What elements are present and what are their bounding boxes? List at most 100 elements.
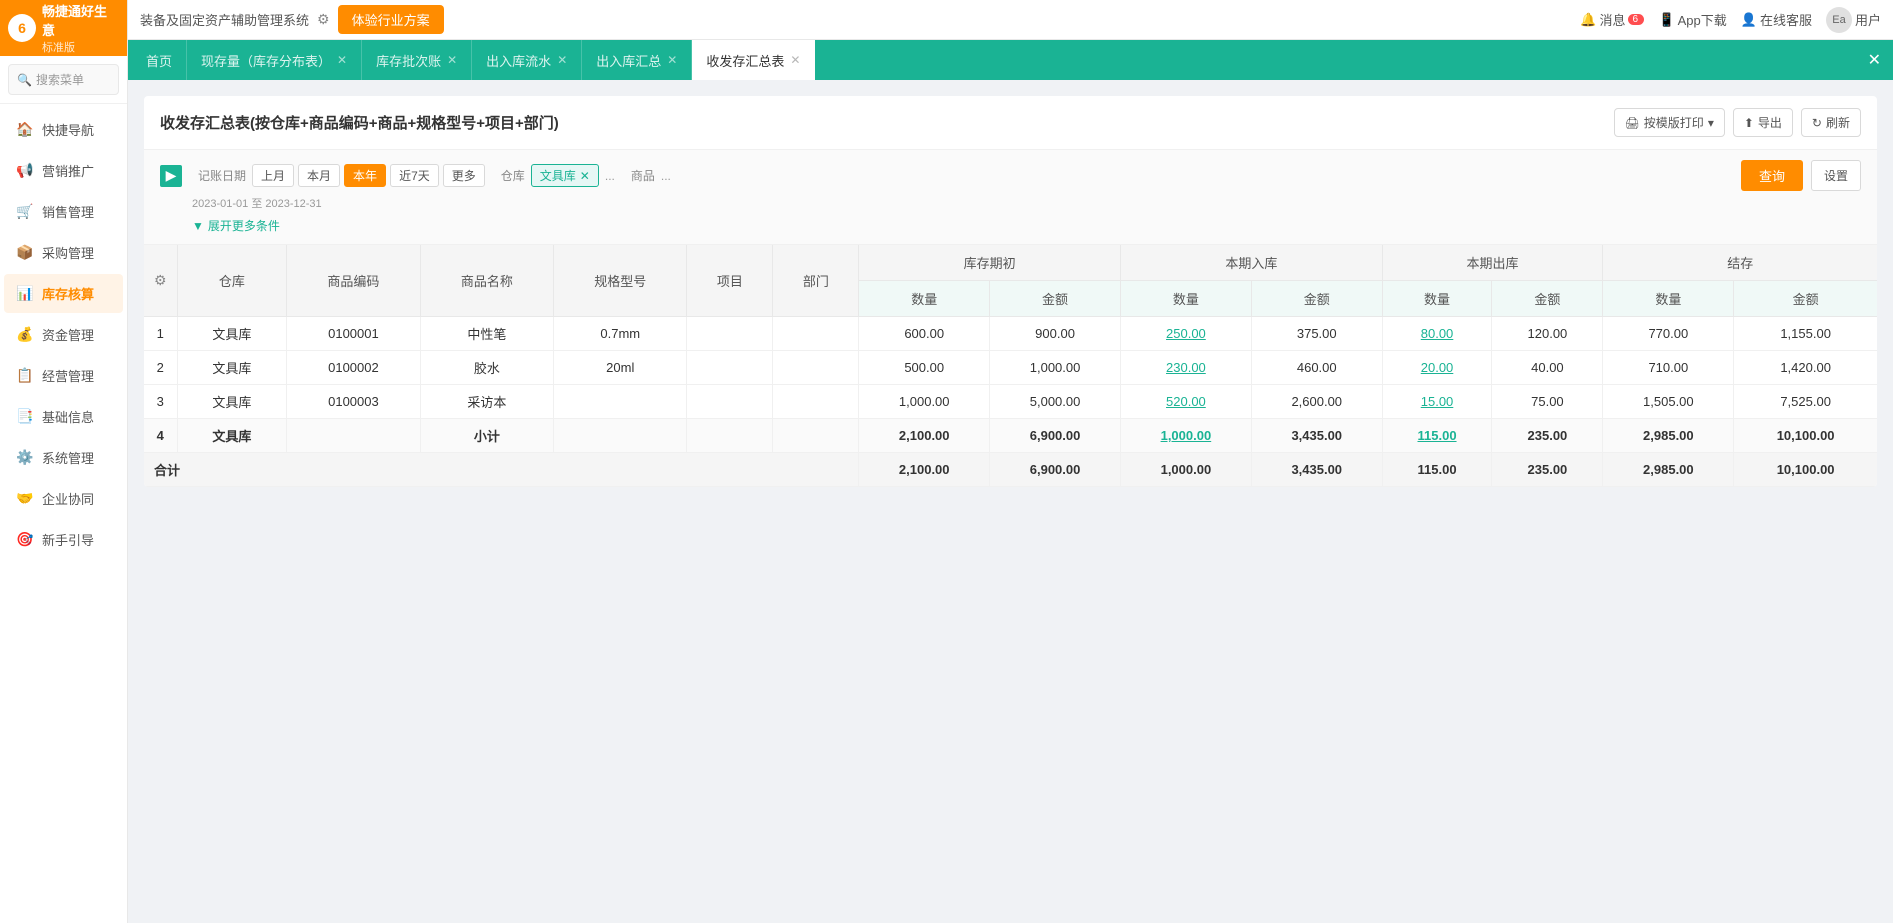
tab-inout-summary[interactable]: 出入库汇总 ✕	[582, 40, 692, 80]
operations-icon: 📋	[16, 367, 34, 384]
header-left: 装备及固定资产辅助管理系统 ⚙ 体验行业方案	[140, 5, 444, 34]
message-button[interactable]: 🔔 消息 6	[1580, 10, 1644, 29]
expand-conditions-button[interactable]: ▼ 展开更多条件	[192, 217, 1861, 234]
query-button[interactable]: 查询	[1741, 160, 1803, 191]
tab-receive-summary[interactable]: 收发存汇总表 ✕	[692, 40, 815, 80]
table-row: 2 文具库 0100002 胶水 20ml 500.00 1,000.00 23…	[144, 351, 1877, 385]
row-out-qty[interactable]: 15.00	[1382, 385, 1492, 419]
tab-flow[interactable]: 出入库流水 ✕	[472, 40, 582, 80]
footer-open-amt: 6,900.00	[990, 453, 1121, 487]
quick-nav-icon: 🏠	[16, 121, 34, 138]
table-wrap: ⚙ 仓库 商品编码 商品名称 规格型号 项目 部门 库存期初 本期入库 本期出库…	[144, 245, 1877, 487]
app-download-button[interactable]: 📱 App下载	[1658, 10, 1726, 29]
sales-icon: 🛒	[16, 203, 34, 220]
filter-expand-button[interactable]: ▶	[160, 165, 182, 187]
close-all-tabs-button[interactable]: ✕	[1860, 50, 1889, 70]
table-footer: 合计 2,100.00 6,900.00 1,000.00 3,435.00 1…	[144, 453, 1877, 487]
row-out-amt: 235.00	[1492, 419, 1603, 453]
sidebar-item-enterprise[interactable]: 🤝 企业协同	[4, 479, 123, 518]
footer-close-qty: 2,985.00	[1603, 453, 1734, 487]
filter-settings-button[interactable]: 设置	[1811, 160, 1861, 191]
date-this-month-btn[interactable]: 本月	[298, 164, 340, 187]
row-in-qty[interactable]: 520.00	[1120, 385, 1251, 419]
print-button[interactable]: 🖨 按模版打印 ▾	[1614, 108, 1725, 137]
export-button[interactable]: ⬆ 导出	[1733, 108, 1793, 137]
expand-down-icon: ▼	[192, 219, 204, 233]
warehouse-filter-group: 仓库 文具库 ✕ ...	[501, 164, 615, 187]
row-out-amt: 120.00	[1492, 317, 1603, 351]
tab-close-inout-summary[interactable]: ✕	[667, 53, 677, 67]
sidebar-item-newbie[interactable]: 🎯 新手引导	[4, 520, 123, 559]
sidebar-item-marketing[interactable]: 📢 营销推广	[4, 151, 123, 190]
tab-inventory-dist[interactable]: 现存量（库存分布表） ✕	[187, 40, 362, 80]
sidebar-item-sales[interactable]: 🛒 销售管理	[4, 192, 123, 231]
tab-close-flow[interactable]: ✕	[557, 53, 567, 67]
row-in-qty[interactable]: 1,000.00	[1120, 419, 1251, 453]
date-last-month-btn[interactable]: 上月	[252, 164, 294, 187]
tab-batch[interactable]: 库存批次账 ✕	[362, 40, 472, 80]
row-out-amt: 40.00	[1492, 351, 1603, 385]
newbie-icon: 🎯	[16, 531, 34, 548]
warehouse-filter-label: 仓库	[501, 167, 525, 184]
sidebar-item-purchase[interactable]: 📦 采购管理	[4, 233, 123, 272]
tab-close-batch[interactable]: ✕	[447, 53, 457, 67]
row-warehouse: 文具库	[177, 419, 287, 453]
row-in-qty[interactable]: 230.00	[1120, 351, 1251, 385]
search-icon: 🔍	[17, 73, 32, 87]
sidebar-nav: 🏠 快捷导航 📢 营销推广 🛒 销售管理 📦 采购管理 📊 库存核算 💰 资金管…	[0, 104, 127, 923]
tab-close-inventory-dist[interactable]: ✕	[337, 53, 347, 67]
sidebar-item-basic[interactable]: 📑 基础信息	[4, 397, 123, 436]
user-area[interactable]: Ea 用户	[1826, 7, 1881, 33]
opening-amt-header: 金额	[990, 281, 1121, 317]
goods-code-col-header: 商品编码	[287, 245, 420, 317]
row-index: 1	[144, 317, 177, 351]
date-filter-label: 记账日期	[198, 167, 246, 184]
out-amt-header: 金额	[1492, 281, 1603, 317]
row-in-amt: 2,600.00	[1251, 385, 1382, 419]
row-department	[773, 351, 859, 385]
row-department	[773, 419, 859, 453]
row-in-qty[interactable]: 250.00	[1120, 317, 1251, 351]
goods-more-btn[interactable]: ...	[661, 169, 671, 183]
table-settings-icon[interactable]: ⚙	[154, 272, 167, 288]
row-out-qty[interactable]: 80.00	[1382, 317, 1492, 351]
tab-close-receive-summary[interactable]: ✕	[790, 53, 800, 67]
row-close-amt: 10,100.00	[1734, 419, 1877, 453]
filter-action-btns: 查询 设置	[1741, 160, 1861, 191]
system-title: 装备及固定资产辅助管理系统	[140, 10, 309, 29]
sidebar-item-system[interactable]: ⚙️ 系统管理	[4, 438, 123, 477]
project-col-header: 项目	[687, 245, 773, 317]
row-close-qty: 2,985.00	[1603, 419, 1734, 453]
row-name: 采访本	[420, 385, 553, 419]
date-this-year-btn[interactable]: 本年	[344, 164, 386, 187]
date-more-btn[interactable]: 更多	[443, 164, 485, 187]
row-out-qty[interactable]: 20.00	[1382, 351, 1492, 385]
search-menu-button[interactable]: 🔍 搜索菜单	[8, 64, 119, 95]
row-out-qty[interactable]: 115.00	[1382, 419, 1492, 453]
refresh-button[interactable]: ↻ 刷新	[1801, 108, 1861, 137]
sidebar-item-inventory[interactable]: 📊 库存核算	[4, 274, 123, 313]
sidebar-item-operations[interactable]: 📋 经营管理	[4, 356, 123, 395]
sidebar-item-quick-nav[interactable]: 🏠 快捷导航	[4, 110, 123, 149]
warehouse-tag-close[interactable]: ✕	[580, 169, 590, 183]
summary-table: ⚙ 仓库 商品编码 商品名称 规格型号 项目 部门 库存期初 本期入库 本期出库…	[144, 245, 1877, 487]
page-header: 收发存汇总表(按仓库+商品编码+商品+规格型号+项目+部门) 🖨 按模版打印 ▾…	[144, 96, 1877, 150]
try-button[interactable]: 体验行业方案	[338, 5, 444, 34]
row-spec: 0.7mm	[554, 317, 687, 351]
warehouse-more-btn[interactable]: ...	[605, 169, 615, 183]
date-7days-btn[interactable]: 近7天	[390, 164, 439, 187]
table-header-row-1: ⚙ 仓库 商品编码 商品名称 规格型号 项目 部门 库存期初 本期入库 本期出库…	[144, 245, 1877, 281]
online-service-button[interactable]: 👤 在线客服	[1741, 10, 1812, 29]
row-open-amt: 900.00	[990, 317, 1121, 351]
sidebar-item-assets[interactable]: 💰 资金管理	[4, 315, 123, 354]
settings-icon[interactable]: ⚙	[317, 11, 330, 28]
in-amt-header: 金额	[1251, 281, 1382, 317]
row-spec	[554, 385, 687, 419]
out-group-header: 本期出库	[1382, 245, 1603, 281]
row-project	[687, 385, 773, 419]
tab-home[interactable]: 首页	[132, 40, 187, 80]
row-close-amt: 1,155.00	[1734, 317, 1877, 351]
opening-qty-header: 数量	[859, 281, 990, 317]
row-code: 0100002	[287, 351, 420, 385]
goods-filter-label: 商品	[631, 167, 655, 184]
